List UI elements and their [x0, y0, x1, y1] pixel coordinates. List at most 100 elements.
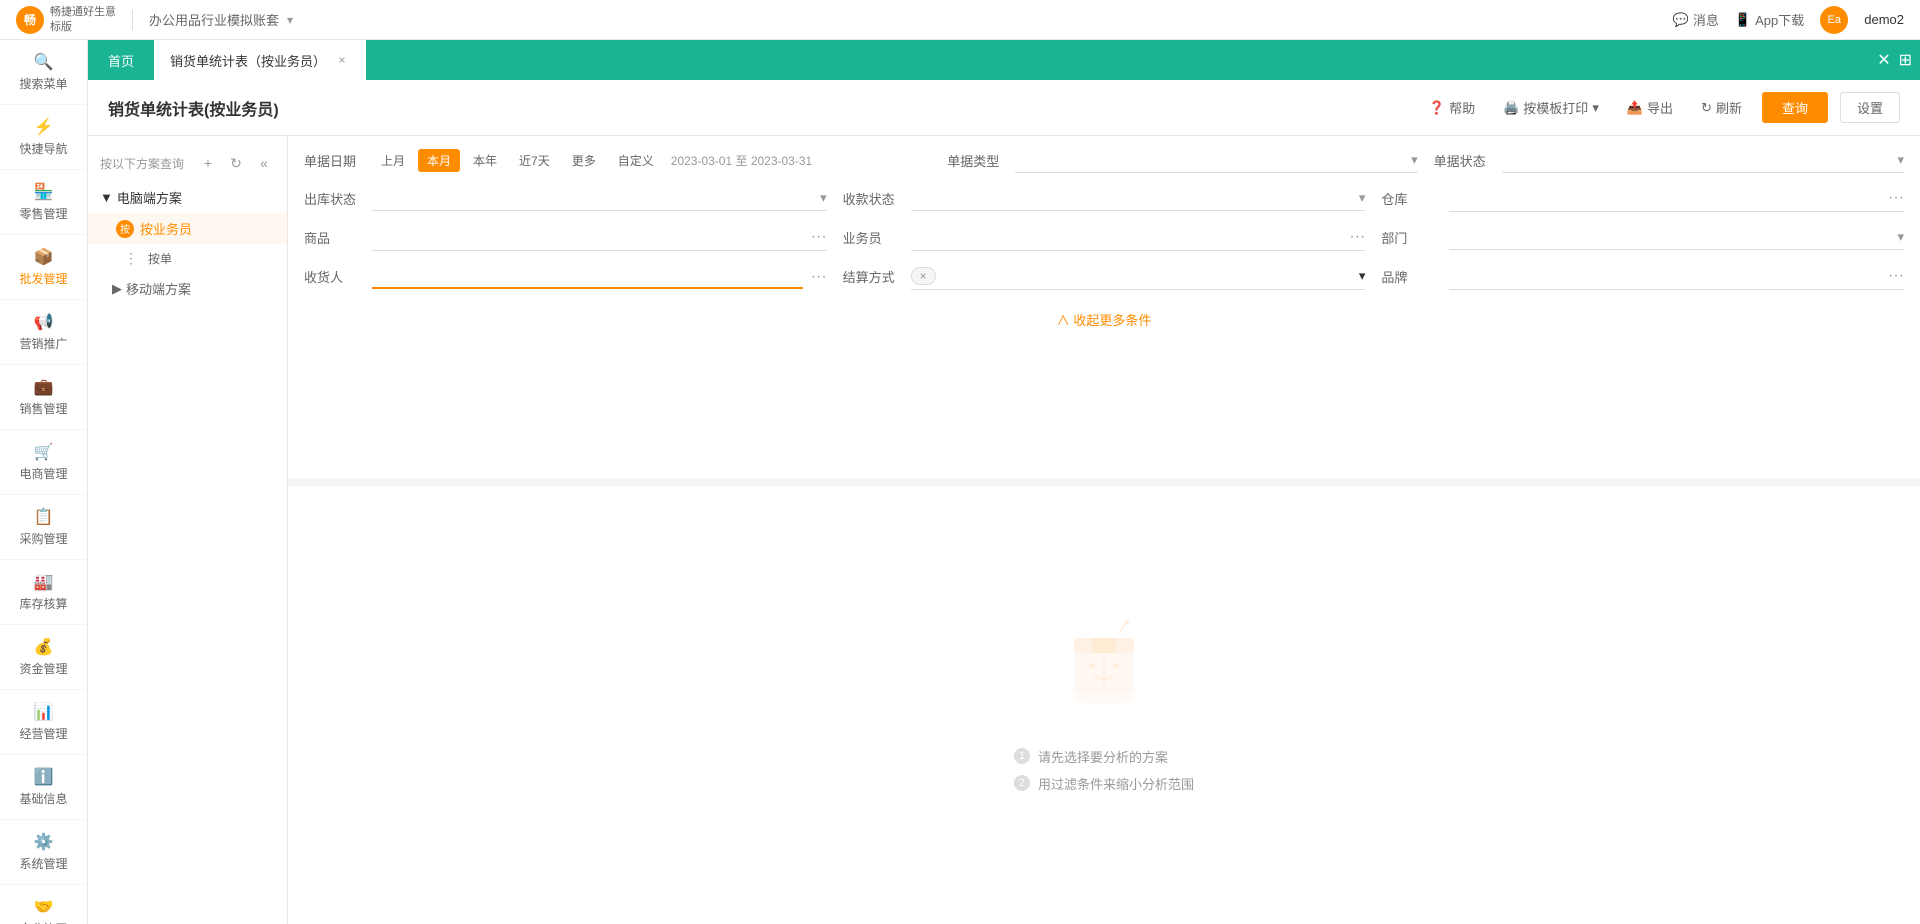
logo-text: 畅捷通好生意 标版 [50, 5, 116, 34]
doc-status-select[interactable]: ▾ [1502, 148, 1904, 173]
app-download-icon: 📱 [1735, 12, 1751, 28]
tip-num-2: 2 [1014, 775, 1030, 791]
filter-settlement: 结算方式 × ▾ [843, 263, 1366, 290]
page-header: 销货单统计表(按业务员) ❓ 帮助 🖨️ 按模板打印 ▾ 📤 导出 ↻ 刷新 [88, 80, 1920, 136]
tree-desktop-header[interactable]: ▼ 电脑端方案 [88, 182, 287, 213]
brand-dots[interactable]: ··· [1888, 267, 1904, 285]
user-name[interactable]: demo2 [1864, 12, 1904, 27]
refresh-btn[interactable]: ↻ 刷新 [1693, 94, 1750, 121]
collapse-more-btn[interactable]: ∧ 收起更多条件 [304, 302, 1904, 337]
wholesale-icon: 📦 [4, 247, 83, 267]
help-btn[interactable]: ❓ 帮助 [1421, 94, 1483, 121]
date-this-month-btn[interactable]: 本月 [418, 149, 460, 172]
filter-warehouse: 仓库 ··· [1381, 185, 1904, 212]
sidebar-item-retail[interactable]: 🏪 零售管理 [0, 170, 87, 235]
settlement-select[interactable]: × ▾ [911, 263, 1366, 290]
sidebar-item-inventory[interactable]: 🏭 库存核算 [0, 560, 87, 625]
tree-item-by-order[interactable]: ⋮ 按单 [88, 244, 287, 273]
sidebar-item-finance[interactable]: 💰 资金管理 [0, 625, 87, 690]
message-btn[interactable]: 💬 消息 [1673, 10, 1719, 29]
filter-payment-status: 收款状态 ▾ [843, 186, 1366, 211]
sidebar-item-marketing[interactable]: 📢 营销推广 [0, 300, 87, 365]
left-panel-label: 按以下方案查询 [100, 155, 184, 172]
export-btn[interactable]: 📤 导出 [1619, 94, 1681, 121]
date-more-btn[interactable]: 更多 [563, 149, 605, 172]
date-this-year-btn[interactable]: 本年 [464, 149, 506, 172]
left-panel-collapse-btn[interactable]: « [253, 152, 275, 174]
sidebar-item-system[interactable]: ⚙️ 系统管理 [0, 820, 87, 885]
consignee-dots[interactable]: ··· [811, 268, 827, 286]
sidebar-item-search[interactable]: 🔍 搜索菜单 [0, 40, 87, 105]
doc-status-chevron-icon: ▾ [1897, 152, 1904, 168]
header-divider [132, 10, 133, 30]
filter-brand: 品牌 ··· [1381, 263, 1904, 290]
sidebar: 🔍 搜索菜单 ⚡ 快捷导航 🏪 零售管理 📦 批发管理 📢 营销推广 💼 销售管… [0, 40, 88, 924]
tree-mobile-header[interactable]: ▶ 移动端方案 [88, 273, 287, 304]
sidebar-item-enterprise[interactable]: 🤝 企业协同 [0, 885, 87, 924]
tree-item-by-salesperson[interactable]: 按 按业务员 [88, 213, 287, 244]
tab-bar: 首页 销货单统计表（按业务员） × ✕ ⊞ [88, 40, 1920, 80]
retail-icon: 🏪 [4, 182, 83, 202]
settlement-tag-close[interactable]: × [920, 269, 927, 283]
enterprise-icon: 🤝 [4, 897, 83, 917]
salesperson-icon: 按 [116, 220, 134, 238]
filter-panel: 单据日期 上月 本月 本年 近7天 更多 自定义 2023-03-01 至 20… [288, 136, 1920, 478]
doc-type-chevron-icon: ▾ [1411, 152, 1418, 168]
payment-status-label: 收款状态 [843, 189, 903, 208]
tip-text-2: 用过滤条件来缩小分析范围 [1038, 774, 1194, 793]
date-custom-btn[interactable]: 自定义 [609, 149, 663, 172]
app-download-btn[interactable]: 📱 App下载 [1735, 10, 1804, 29]
page-title: 销货单统计表(按业务员) [108, 96, 279, 120]
left-panel-add-btn[interactable]: + [197, 152, 219, 174]
sidebar-item-purchase[interactable]: 📋 采购管理 [0, 495, 87, 560]
date-recent7-btn[interactable]: 近7天 [510, 149, 559, 172]
filter-salesperson: 业务员 ··· [843, 224, 1366, 251]
base-info-icon: ℹ️ [4, 767, 83, 787]
app-name: 办公用品行业模拟账套 [149, 10, 279, 29]
goods-dots[interactable]: ··· [811, 228, 827, 246]
settlement-chevron-icon: ▾ [1359, 268, 1366, 284]
tab-close-window-btn[interactable]: ✕ [1877, 50, 1890, 70]
payment-status-chevron-icon: ▾ [1359, 190, 1366, 206]
empty-state-icon [1054, 618, 1154, 727]
tab-maximize-btn[interactable]: ⊞ [1899, 50, 1912, 70]
department-select[interactable]: ▾ [1449, 225, 1904, 250]
tab-close-btn[interactable]: × [334, 52, 350, 68]
app-dropdown-btn[interactable]: ▾ [287, 13, 293, 27]
settings-btn[interactable]: 设置 [1840, 92, 1900, 123]
tree-desktop-section: ▼ 电脑端方案 按 按业务员 ⋮ 按单 [88, 182, 287, 273]
doc-type-select[interactable]: ▾ [1015, 148, 1417, 173]
export-icon: 📤 [1627, 100, 1643, 116]
consignee-input[interactable] [372, 264, 803, 289]
filter-doc-type: 单据类型 ▾ [947, 148, 1417, 173]
marketing-icon: 📢 [4, 312, 83, 332]
filter-out-status: 出库状态 ▾ [304, 186, 827, 211]
out-status-select[interactable]: ▾ [372, 186, 827, 211]
sidebar-item-operations[interactable]: 📊 经营管理 [0, 690, 87, 755]
system-icon: ⚙️ [4, 832, 83, 852]
warehouse-dots[interactable]: ··· [1888, 189, 1904, 207]
tab-sales-stats[interactable]: 销货单统计表（按业务员） × [154, 40, 366, 80]
left-panel-refresh-btn[interactable]: ↻ [225, 152, 247, 174]
payment-status-select[interactable]: ▾ [911, 186, 1366, 211]
tab-home[interactable]: 首页 [88, 40, 154, 80]
filter-goods: 商品 ··· [304, 224, 827, 251]
print-btn[interactable]: 🖨️ 按模板打印 ▾ [1495, 94, 1607, 121]
sidebar-item-ecommerce[interactable]: 🛒 电商管理 [0, 430, 87, 495]
date-prev-month-btn[interactable]: 上月 [372, 149, 414, 172]
salesperson-label: 业务员 [843, 228, 903, 247]
sidebar-item-sales[interactable]: 💼 销售管理 [0, 365, 87, 430]
query-btn[interactable]: 查询 [1762, 92, 1828, 123]
ecommerce-icon: 🛒 [4, 442, 83, 462]
brand-label: 品牌 [1381, 267, 1441, 286]
operations-icon: 📊 [4, 702, 83, 722]
sidebar-item-base-info[interactable]: ℹ️ 基础信息 [0, 755, 87, 820]
sidebar-item-wholesale[interactable]: 📦 批发管理 [0, 235, 87, 300]
finance-icon: 💰 [4, 637, 83, 657]
sidebar-item-quicknav[interactable]: ⚡ 快捷导航 [0, 105, 87, 170]
tip-text-1: 请先选择要分析的方案 [1038, 747, 1168, 766]
print-icon: 🖨️ [1503, 100, 1519, 116]
purchase-icon: 📋 [4, 507, 83, 527]
department-label: 部门 [1381, 228, 1441, 247]
salesperson-dots[interactable]: ··· [1349, 228, 1365, 246]
